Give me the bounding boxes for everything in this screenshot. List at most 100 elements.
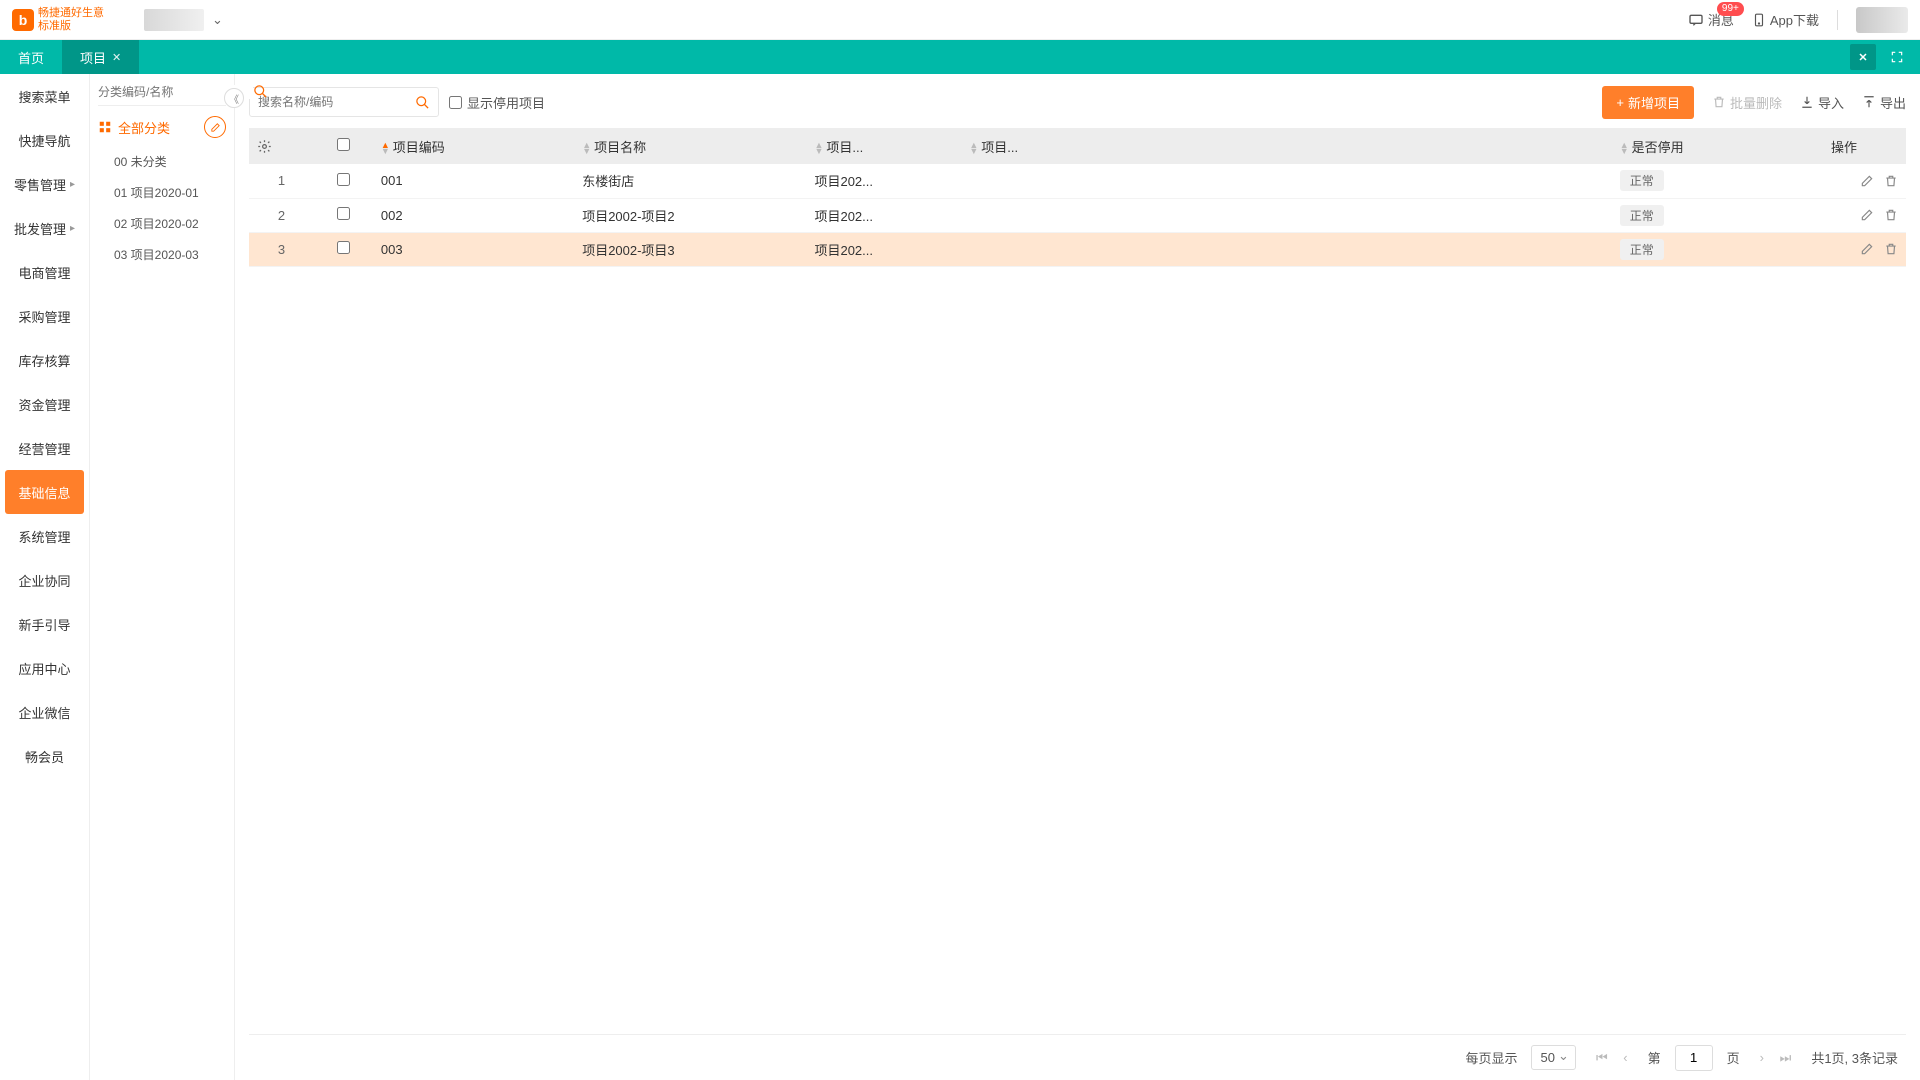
sidebar-item-5[interactable]: 采购管理 <box>0 294 89 338</box>
category-item-2[interactable]: 02 项目2020-02 <box>98 208 226 239</box>
column-select-all[interactable] <box>314 128 373 164</box>
company-avatar <box>144 9 204 31</box>
sidebar-item-label: 资金管理 <box>18 395 70 414</box>
close-all-tabs-button[interactable] <box>1850 44 1876 70</box>
sidebar-item-label: 库存核算 <box>18 351 70 370</box>
sidebar-item-1[interactable]: 快捷导航 <box>0 118 89 162</box>
sidebar-item-9[interactable]: 基础信息 <box>5 470 84 514</box>
sidebar-item-15[interactable]: 畅会员 <box>0 734 89 778</box>
column-3[interactable]: ▲▼项目... <box>806 128 961 164</box>
table-row[interactable]: 1001东楼街店项目202...正常 <box>249 164 1906 198</box>
edit-category-button[interactable] <box>204 116 226 138</box>
messages-button[interactable]: 消息 99+ <box>1688 10 1734 29</box>
category-all[interactable]: 全部分类 <box>98 116 226 138</box>
fullscreen-button[interactable] <box>1884 44 1910 70</box>
sidebar-item-label: 系统管理 <box>18 527 70 546</box>
sidebar-item-8[interactable]: 经营管理 <box>0 426 89 470</box>
sidebar-item-label: 企业协同 <box>18 571 70 590</box>
user-avatar[interactable] <box>1856 7 1908 33</box>
top-header: b 畅捷通好生意 标准版 ⌄ 消息 99+ App下载 <box>0 0 1920 40</box>
app-download-button[interactable]: App下载 <box>1752 10 1819 29</box>
sidebar-item-3[interactable]: 批发管理▸ <box>0 206 89 250</box>
cell-col4 <box>961 198 1611 232</box>
row-checkbox[interactable] <box>337 241 350 254</box>
category-item-0[interactable]: 00 未分类 <box>98 146 226 177</box>
per-page-select[interactable]: 50 <box>1531 1045 1575 1070</box>
row-actions <box>1790 242 1898 256</box>
edit-row-button[interactable] <box>1860 174 1874 188</box>
sidebar-item-0[interactable]: 搜索菜单 <box>0 74 89 118</box>
column-code[interactable]: ▲▼项目编码 <box>373 128 574 164</box>
body: 搜索菜单快捷导航零售管理▸批发管理▸电商管理采购管理库存核算资金管理经营管理基础… <box>0 74 1920 1080</box>
sidebar-item-label: 搜索菜单 <box>18 87 70 106</box>
sidebar-item-label: 经营管理 <box>18 439 70 458</box>
sidebar-item-label: 畅会员 <box>25 747 64 766</box>
row-checkbox[interactable] <box>337 207 350 220</box>
category-panel: 全部分类 00 未分类01 项目2020-0102 项目2020-0203 项目… <box>90 74 235 1080</box>
sidebar-item-label: 新手引导 <box>18 615 70 634</box>
cell-code: 002 <box>373 198 574 232</box>
search-input[interactable] <box>258 95 415 109</box>
prev-page-button[interactable]: ‹ <box>1617 1050 1633 1065</box>
search-icon[interactable] <box>253 84 268 99</box>
category-item-3[interactable]: 03 项目2020-03 <box>98 239 226 270</box>
first-page-button[interactable]: ⏮ <box>1590 1050 1614 1065</box>
export-button[interactable]: 导出 <box>1862 93 1906 112</box>
brand-logo-icon: b <box>12 9 34 31</box>
table-row[interactable]: 3003项目2002-项目3项目202...正常 <box>249 232 1906 266</box>
page-input[interactable] <box>1675 1045 1713 1071</box>
search-icon[interactable] <box>415 95 430 110</box>
tab-project[interactable]: 项目 ✕ <box>62 40 139 74</box>
cell-name: 项目2002-项目2 <box>574 198 806 232</box>
row-index: 2 <box>249 198 314 232</box>
sidebar-item-12[interactable]: 新手引导 <box>0 602 89 646</box>
show-disabled-checkbox[interactable]: 显示停用项目 <box>449 93 545 112</box>
sidebar-item-4[interactable]: 电商管理 <box>0 250 89 294</box>
sidebar-item-label: 基础信息 <box>18 483 70 502</box>
next-page-button[interactable]: › <box>1754 1050 1770 1065</box>
select-all-checkbox[interactable] <box>337 138 350 151</box>
batch-delete-button[interactable]: 批量删除 <box>1712 93 1782 112</box>
row-checkbox[interactable] <box>337 173 350 186</box>
collapse-panel-button[interactable]: 《 <box>224 88 244 108</box>
delete-row-button[interactable] <box>1884 242 1898 256</box>
last-page-button[interactable]: ⏭ <box>1774 1050 1798 1065</box>
cell-col3: 项目202... <box>806 198 961 232</box>
add-project-label: 新增项目 <box>1628 93 1680 112</box>
sidebar-item-14[interactable]: 企业微信 <box>0 690 89 734</box>
import-button[interactable]: 导入 <box>1800 93 1844 112</box>
sidebar-item-13[interactable]: 应用中心 <box>0 646 89 690</box>
sidebar-item-10[interactable]: 系统管理 <box>0 514 89 558</box>
sidebar-item-7[interactable]: 资金管理 <box>0 382 89 426</box>
company-selector[interactable]: ⌄ <box>144 9 223 31</box>
sidebar-item-11[interactable]: 企业协同 <box>0 558 89 602</box>
sidebar-item-6[interactable]: 库存核算 <box>0 338 89 382</box>
edit-row-button[interactable] <box>1860 242 1874 256</box>
brand: b 畅捷通好生意 标准版 <box>12 7 104 31</box>
sidebar-item-2[interactable]: 零售管理▸ <box>0 162 89 206</box>
export-label: 导出 <box>1880 93 1906 112</box>
column-status[interactable]: ▲▼是否停用 <box>1612 128 1782 164</box>
column-ops-label: 操作 <box>1831 140 1857 155</box>
delete-row-button[interactable] <box>1884 174 1898 188</box>
edit-row-button[interactable] <box>1860 208 1874 222</box>
table-row[interactable]: 2002项目2002-项目2项目202...正常 <box>249 198 1906 232</box>
chevron-down-icon: ⌄ <box>212 12 223 28</box>
close-icon[interactable]: ✕ <box>112 51 121 64</box>
import-label: 导入 <box>1818 93 1844 112</box>
table-body: 1001东楼街店项目202...正常2 002项目2002-项目2项目202...… <box>249 164 1906 266</box>
cell-col4 <box>961 164 1611 198</box>
add-project-button[interactable]: + 新增项目 <box>1602 86 1694 119</box>
show-disabled-input[interactable] <box>449 96 462 109</box>
category-item-1[interactable]: 01 项目2020-01 <box>98 177 226 208</box>
sidebar-item-label: 采购管理 <box>18 307 70 326</box>
per-page-label: 每页显示 <box>1465 1048 1517 1067</box>
tab-home[interactable]: 首页 <box>0 40 62 74</box>
tab-home-label: 首页 <box>18 48 44 67</box>
import-icon <box>1800 95 1814 109</box>
sidebar-item-label: 批发管理 <box>14 219 66 238</box>
column-name[interactable]: ▲▼项目名称 <box>574 128 806 164</box>
column-settings[interactable] <box>249 128 314 164</box>
delete-row-button[interactable] <box>1884 208 1898 222</box>
column-4[interactable]: ▲▼项目... <box>961 128 1611 164</box>
